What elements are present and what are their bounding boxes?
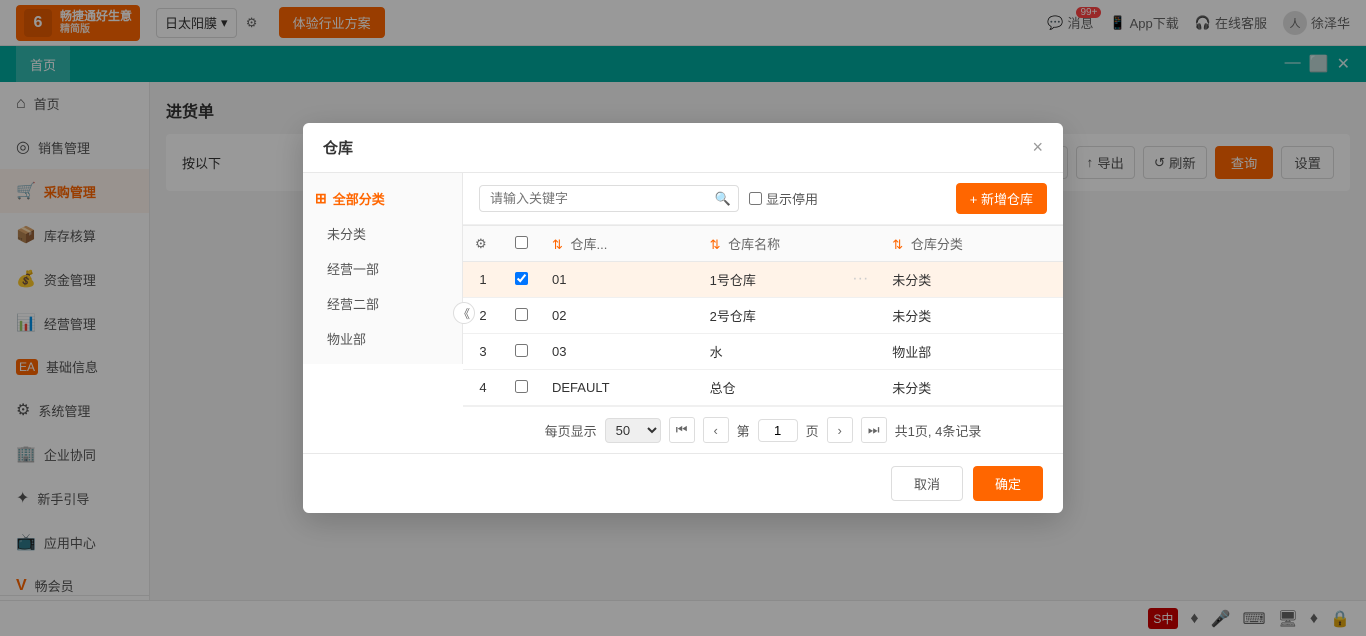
page-suffix: 页 — [806, 421, 819, 440]
page-num-input[interactable] — [758, 419, 798, 442]
category-dept2[interactable]: 经营二部 — [303, 286, 462, 321]
row-checkbox[interactable] — [515, 308, 528, 321]
sort-cat-icon: ⇅ — [892, 237, 903, 252]
category-all-label: 全部分类 — [333, 189, 385, 208]
category-property[interactable]: 物业部 — [303, 321, 462, 356]
table-toolbar: 🔍 显示停用 + 新增仓库 — [463, 173, 1063, 225]
cell-num: 3 — [463, 334, 503, 370]
next-page-btn[interactable]: › — [827, 417, 853, 443]
row-checkbox[interactable] — [515, 380, 528, 393]
cell-name: 水 — [698, 334, 881, 370]
cell-code: 02 — [540, 298, 698, 334]
table-scroll-area[interactable]: ⚙ ⇅ 仓库... ⇅ 仓库名称 — [463, 225, 1063, 406]
table-row[interactable]: 2 02 2号仓库 未分类 — [463, 298, 1063, 334]
per-page-label: 每页显示 — [545, 421, 597, 440]
per-page-select[interactable]: 50 20 100 — [605, 418, 661, 443]
th-settings: ⚙ — [463, 226, 503, 262]
cell-category: 未分类 — [880, 298, 1063, 334]
modal-close-button[interactable]: × — [1032, 137, 1043, 158]
grid-icon: ⊞ — [315, 190, 327, 207]
th-gear-icon: ⚙ — [475, 236, 487, 251]
th-checkbox — [503, 226, 540, 262]
category-sidebar-wrapper: ⊞ 全部分类 未分类 经营一部 经营二部 物业部 《 — [303, 173, 463, 453]
select-all-checkbox[interactable] — [515, 236, 528, 249]
cell-code: 03 — [540, 334, 698, 370]
collapse-sidebar-button[interactable]: 《 — [453, 302, 475, 324]
table-row[interactable]: 3 03 水 物业部 — [463, 334, 1063, 370]
search-icon[interactable]: 🔍 — [715, 191, 731, 207]
ellipsis-btn[interactable]: ··· — [852, 270, 868, 288]
modal-header: 仓库 × — [303, 123, 1063, 173]
show-disabled-checkbox[interactable] — [749, 192, 762, 205]
add-warehouse-button[interactable]: + 新增仓库 — [956, 183, 1047, 214]
row-checkbox[interactable] — [515, 272, 528, 285]
show-disabled-label[interactable]: 显示停用 — [749, 189, 818, 208]
cell-check — [503, 370, 540, 406]
th-code: ⇅ 仓库... — [540, 226, 698, 262]
search-input[interactable] — [479, 185, 739, 212]
cell-name: 总仓 — [698, 370, 881, 406]
sort-code-icon: ⇅ — [552, 237, 563, 252]
category-all[interactable]: ⊞ 全部分类 — [303, 181, 462, 216]
warehouse-table: ⚙ ⇅ 仓库... ⇅ 仓库名称 — [463, 225, 1063, 406]
search-input-wrap: 🔍 — [479, 185, 739, 212]
cell-category: 未分类 — [880, 262, 1063, 298]
modal-footer: 取消 确定 — [303, 453, 1063, 513]
category-unclassified[interactable]: 未分类 — [303, 216, 462, 251]
last-page-btn[interactable]: ⏭ — [861, 417, 887, 443]
cell-category: 物业部 — [880, 334, 1063, 370]
th-name: ⇅ 仓库名称 — [698, 226, 881, 262]
modal-title: 仓库 — [323, 137, 353, 158]
cell-num: 4 — [463, 370, 503, 406]
total-info: 共1页, 4条记录 — [895, 421, 982, 440]
page-label: 第 — [737, 421, 750, 440]
cell-num: 1 — [463, 262, 503, 298]
confirm-button[interactable]: 确定 — [973, 466, 1043, 501]
pagination-bar: 每页显示 50 20 100 ⏮ ‹ 第 页 › ⏭ 共1页, 4条记录 — [463, 406, 1063, 453]
cancel-button[interactable]: 取消 — [891, 466, 963, 501]
cell-name: 1号仓库··· — [698, 262, 881, 298]
table-area: 🔍 显示停用 + 新增仓库 ⚙ — [463, 173, 1063, 453]
cell-check — [503, 334, 540, 370]
first-page-btn[interactable]: ⏮ — [669, 417, 695, 443]
category-dept1[interactable]: 经营一部 — [303, 251, 462, 286]
table-row[interactable]: 4 DEFAULT 总仓 未分类 — [463, 370, 1063, 406]
row-checkbox[interactable] — [515, 344, 528, 357]
cell-check — [503, 298, 540, 334]
cell-category: 未分类 — [880, 370, 1063, 406]
prev-page-btn[interactable]: ‹ — [703, 417, 729, 443]
cell-code: DEFAULT — [540, 370, 698, 406]
table-row[interactable]: 1 01 1号仓库··· 未分类 — [463, 262, 1063, 298]
cell-code: 01 — [540, 262, 698, 298]
modal-body: ⊞ 全部分类 未分类 经营一部 经营二部 物业部 《 🔍 显示停用 — [303, 173, 1063, 453]
sort-name-icon: ⇅ — [710, 237, 721, 252]
th-category: ⇅ 仓库分类 — [880, 226, 1063, 262]
cell-check — [503, 262, 540, 298]
cell-name: 2号仓库 — [698, 298, 881, 334]
warehouse-modal: 仓库 × ⊞ 全部分类 未分类 经营一部 经营二部 物业部 《 — [303, 123, 1063, 513]
category-sidebar: ⊞ 全部分类 未分类 经营一部 经营二部 物业部 — [303, 173, 463, 364]
